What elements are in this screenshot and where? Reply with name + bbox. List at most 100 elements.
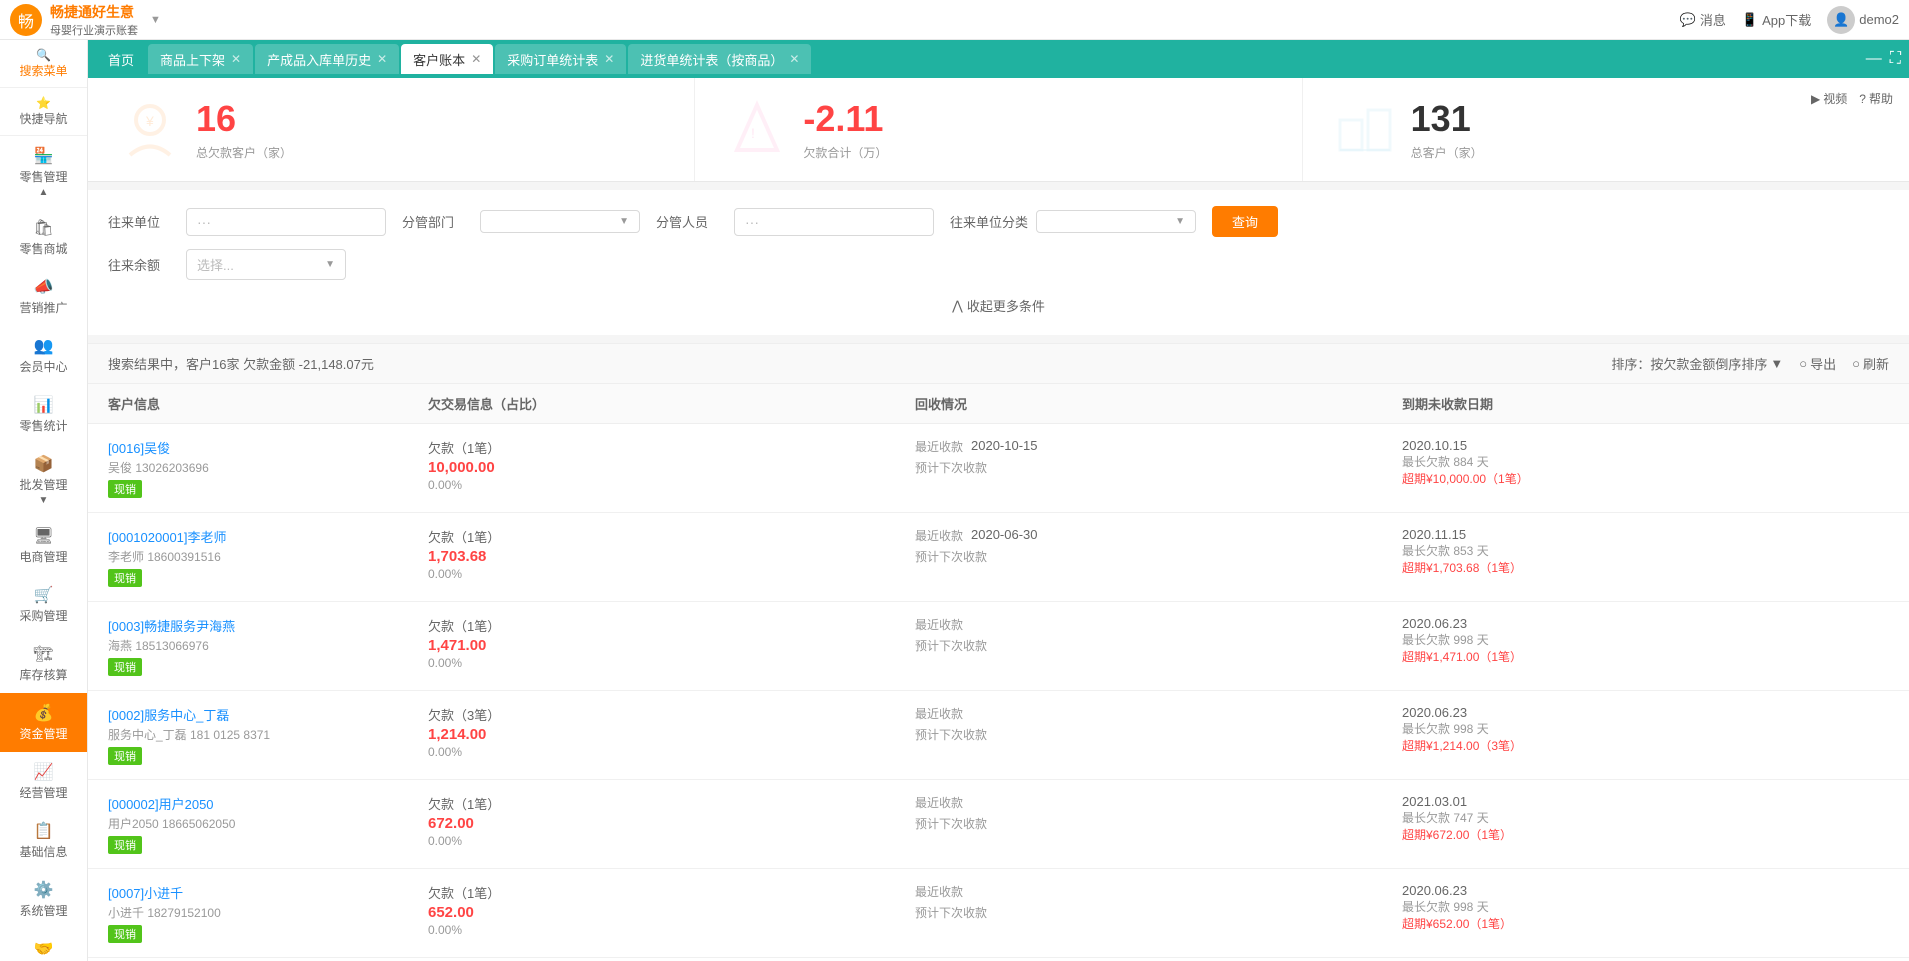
collect-sub-4: 预计下次收款 <box>915 815 1402 832</box>
table-header: 客户信息 欠交易信息（占比） 回收情况 到期未收款日期 <box>88 384 1909 424</box>
tab-purchase-stats[interactable]: 采购订单统计表 ✕ <box>495 44 626 74</box>
debt-amount-5: 652.00 <box>428 904 915 921</box>
app-brand: 畅捷通好生意 <box>50 2 138 22</box>
tab-customer-account-label: 客户账本 <box>413 50 465 69</box>
video-btn[interactable]: ▶ 视频 <box>1811 90 1847 107</box>
sidebar-item-retail-stats[interactable]: 📊 零售统计 <box>0 385 87 444</box>
debt-percent-0: 0.00% <box>428 478 915 492</box>
sidebar-item-inventory[interactable]: 🏗 库存核算 <box>0 634 87 693</box>
balance-label: 往来余额 <box>108 255 178 274</box>
source-category-select[interactable]: ▼ <box>1036 210 1196 233</box>
person-input[interactable]: ··· <box>734 208 934 236</box>
customer-name-3[interactable]: [0002]服务中心_丁磊 <box>108 705 428 724</box>
sidebar-label-batch-mgmt: 批发管理 <box>19 476 67 493</box>
user-avatar-btn[interactable]: 👤 demo2 <box>1827 6 1899 34</box>
sidebar-item-retail-mall[interactable]: 🛍 零售商城 <box>0 208 87 267</box>
due-cell-1: 2020.11.15 最长欠款 853 天 超期¥1,703.68（1笔） <box>1402 527 1889 576</box>
minimize-icon[interactable]: — <box>1866 50 1882 68</box>
sidebar: 🔍 搜索菜单 ⭐ 快捷导航 🏪 零售管理 ▲ 🛍 零售商城 📣 营销推广 <box>0 40 88 961</box>
stats-bar: ¥ 16 总欠款客户（家） ! -2.11 欠款合计（万） <box>88 78 1909 182</box>
customer-name-0[interactable]: [0016]吴俊 <box>108 438 428 457</box>
sidebar-item-basic-info[interactable]: 📋 基础信息 <box>0 811 87 870</box>
sidebar-item-member[interactable]: 👥 会员中心 <box>0 326 87 385</box>
quick-nav-btn[interactable]: ⭐ 快捷导航 <box>0 88 87 136</box>
sidebar-label-retail-stats: 零售统计 <box>19 417 67 434</box>
table-row: [0003]畅捷服务尹海燕 海燕 18513066976 现销 欠款（1笔） 1… <box>88 602 1909 691</box>
customer-name-2[interactable]: [0003]畅捷服务尹海燕 <box>108 616 428 635</box>
logo-area: 畅 畅捷通好生意 母婴行业演示账套 ▼ <box>10 2 161 38</box>
quick-icon: ⭐ <box>36 96 51 110</box>
collect-label-3: 最近收款 <box>915 705 963 722</box>
tab-product-offline-label: 商品上下架 <box>160 50 225 69</box>
sidebar-item-retail-mgmt[interactable]: 🏪 零售管理 ▲ <box>0 136 87 208</box>
filter-source-unit: 往来单位 ··· <box>108 208 386 236</box>
sidebar-label-ecommerce: 电商管理 <box>19 548 67 565</box>
video-label: 视频 <box>1823 90 1847 107</box>
search-icon: 🔍 <box>36 48 51 62</box>
table-row: [0016]吴俊 吴俊 13026203696 现销 欠款（1笔） 10,000… <box>88 424 1909 513</box>
data-table: 客户信息 欠交易信息（占比） 回收情况 到期未收款日期 [0016]吴俊 吴俊 … <box>88 384 1909 961</box>
message-btn[interactable]: 💬 消息 <box>1680 10 1726 29</box>
table-row: [000002]用户2050 用户2050 18665062050 现销 欠款（… <box>88 780 1909 869</box>
balance-placeholder: 选择... <box>197 255 234 274</box>
sidebar-item-batch-mgmt[interactable]: 📦 批发管理 ▼ <box>0 444 87 516</box>
logo-char: 畅 <box>18 8 34 32</box>
export-btn[interactable]: ○ 导出 <box>1799 354 1836 373</box>
sort-select[interactable]: 排序：按欠款金额倒序排序 ▼ <box>1611 354 1783 373</box>
dept-label: 分管部门 <box>402 212 472 231</box>
collapse-btn[interactable]: ⋀ 收起更多条件 <box>948 292 1049 319</box>
overdue-link-1[interactable]: 超期¥1,703.68（1笔） <box>1402 559 1889 576</box>
balance-select[interactable]: 选择... ▼ <box>186 249 346 280</box>
sidebar-item-corp-collab[interactable]: 🤝 企业协同 <box>0 929 87 961</box>
debtors-icon: ¥ <box>120 100 180 160</box>
sidebar-item-purchase[interactable]: 🛒 采购管理 <box>0 575 87 634</box>
help-btn[interactable]: ? 帮助 <box>1859 90 1893 107</box>
collect-cell-0: 最近收款 2020-10-15 预计下次收款 <box>915 438 1402 476</box>
customer-cell-4: [000002]用户2050 用户2050 18665062050 现销 <box>108 794 428 854</box>
marketing-icon: 📣 <box>34 277 54 297</box>
collapse-label: 收起更多条件 <box>967 296 1045 315</box>
sidebar-item-operations[interactable]: 📈 经营管理 <box>0 752 87 811</box>
tab-product-offline[interactable]: 商品上下架 ✕ <box>148 44 253 74</box>
balance-arrow-icon: ▼ <box>325 259 335 270</box>
logo-icon: 畅 <box>10 4 42 36</box>
tab-production-history-close[interactable]: ✕ <box>377 52 387 66</box>
dept-select[interactable]: ▼ <box>480 210 640 233</box>
tab-purchase-stats-close[interactable]: ✕ <box>604 52 614 66</box>
search-button[interactable]: 查询 <box>1212 206 1278 237</box>
sidebar-item-marketing[interactable]: 📣 营销推广 <box>0 267 87 326</box>
content-area: 首页 商品上下架 ✕ 产成品入库单历史 ✕ 客户账本 ✕ 采购订单统计表 ✕ <box>88 40 1909 961</box>
overdue-link-5[interactable]: 超期¥652.00（1笔） <box>1402 915 1889 932</box>
sidebar-item-finance[interactable]: 💰 资金管理 <box>0 693 87 752</box>
source-unit-input[interactable]: ··· <box>186 208 386 236</box>
maximize-icon[interactable]: ⛶ <box>1890 50 1901 68</box>
overdue-link-0[interactable]: 超期¥10,000.00（1笔） <box>1402 470 1889 487</box>
customer-name-1[interactable]: [0001020001]李老师 <box>108 527 428 546</box>
customer-name-5[interactable]: [0007]小进千 <box>108 883 428 902</box>
customer-name-4[interactable]: [000002]用户2050 <box>108 794 428 813</box>
customer-cell-5: [0007]小进千 小进千 18279152100 现销 <box>108 883 428 943</box>
tab-production-history[interactable]: 产成品入库单历史 ✕ <box>255 44 399 74</box>
sidebar-item-sys-mgmt[interactable]: ⚙️ 系统管理 <box>0 870 87 929</box>
username-label: demo2 <box>1859 12 1899 27</box>
tab-inbound-stats-close[interactable]: ✕ <box>789 52 799 66</box>
app-download-btn[interactable]: 📱 App下载 <box>1742 10 1811 29</box>
tab-customer-account[interactable]: 客户账本 ✕ <box>401 44 493 74</box>
overdue-link-4[interactable]: 超期¥672.00（1笔） <box>1402 826 1889 843</box>
sidebar-item-ecommerce[interactable]: 🖥 电商管理 <box>0 516 87 575</box>
refresh-label: 刷新 <box>1863 354 1889 373</box>
debt-percent-2: 0.00% <box>428 656 915 670</box>
overdue-link-3[interactable]: 超期¥1,214.00（3笔） <box>1402 737 1889 754</box>
customer-contact-4: 用户2050 18665062050 <box>108 815 428 832</box>
tab-customer-account-close[interactable]: ✕ <box>471 52 481 66</box>
debt-percent-1: 0.00% <box>428 567 915 581</box>
debt-count-3: 欠款（3笔） <box>428 705 915 724</box>
tab-product-offline-close[interactable]: ✕ <box>231 52 241 66</box>
tab-home[interactable]: 首页 <box>96 44 146 74</box>
company-dropdown-icon[interactable]: ▼ <box>150 14 161 26</box>
tab-inbound-stats[interactable]: 进货单统计表（按商品） ✕ <box>628 44 811 74</box>
search-menu-btn[interactable]: 🔍 搜索菜单 <box>0 40 87 88</box>
refresh-btn[interactable]: ○ 刷新 <box>1852 354 1889 373</box>
overdue-link-2[interactable]: 超期¥1,471.00（1笔） <box>1402 648 1889 665</box>
batch-arrow-icon: ▼ <box>39 495 49 506</box>
